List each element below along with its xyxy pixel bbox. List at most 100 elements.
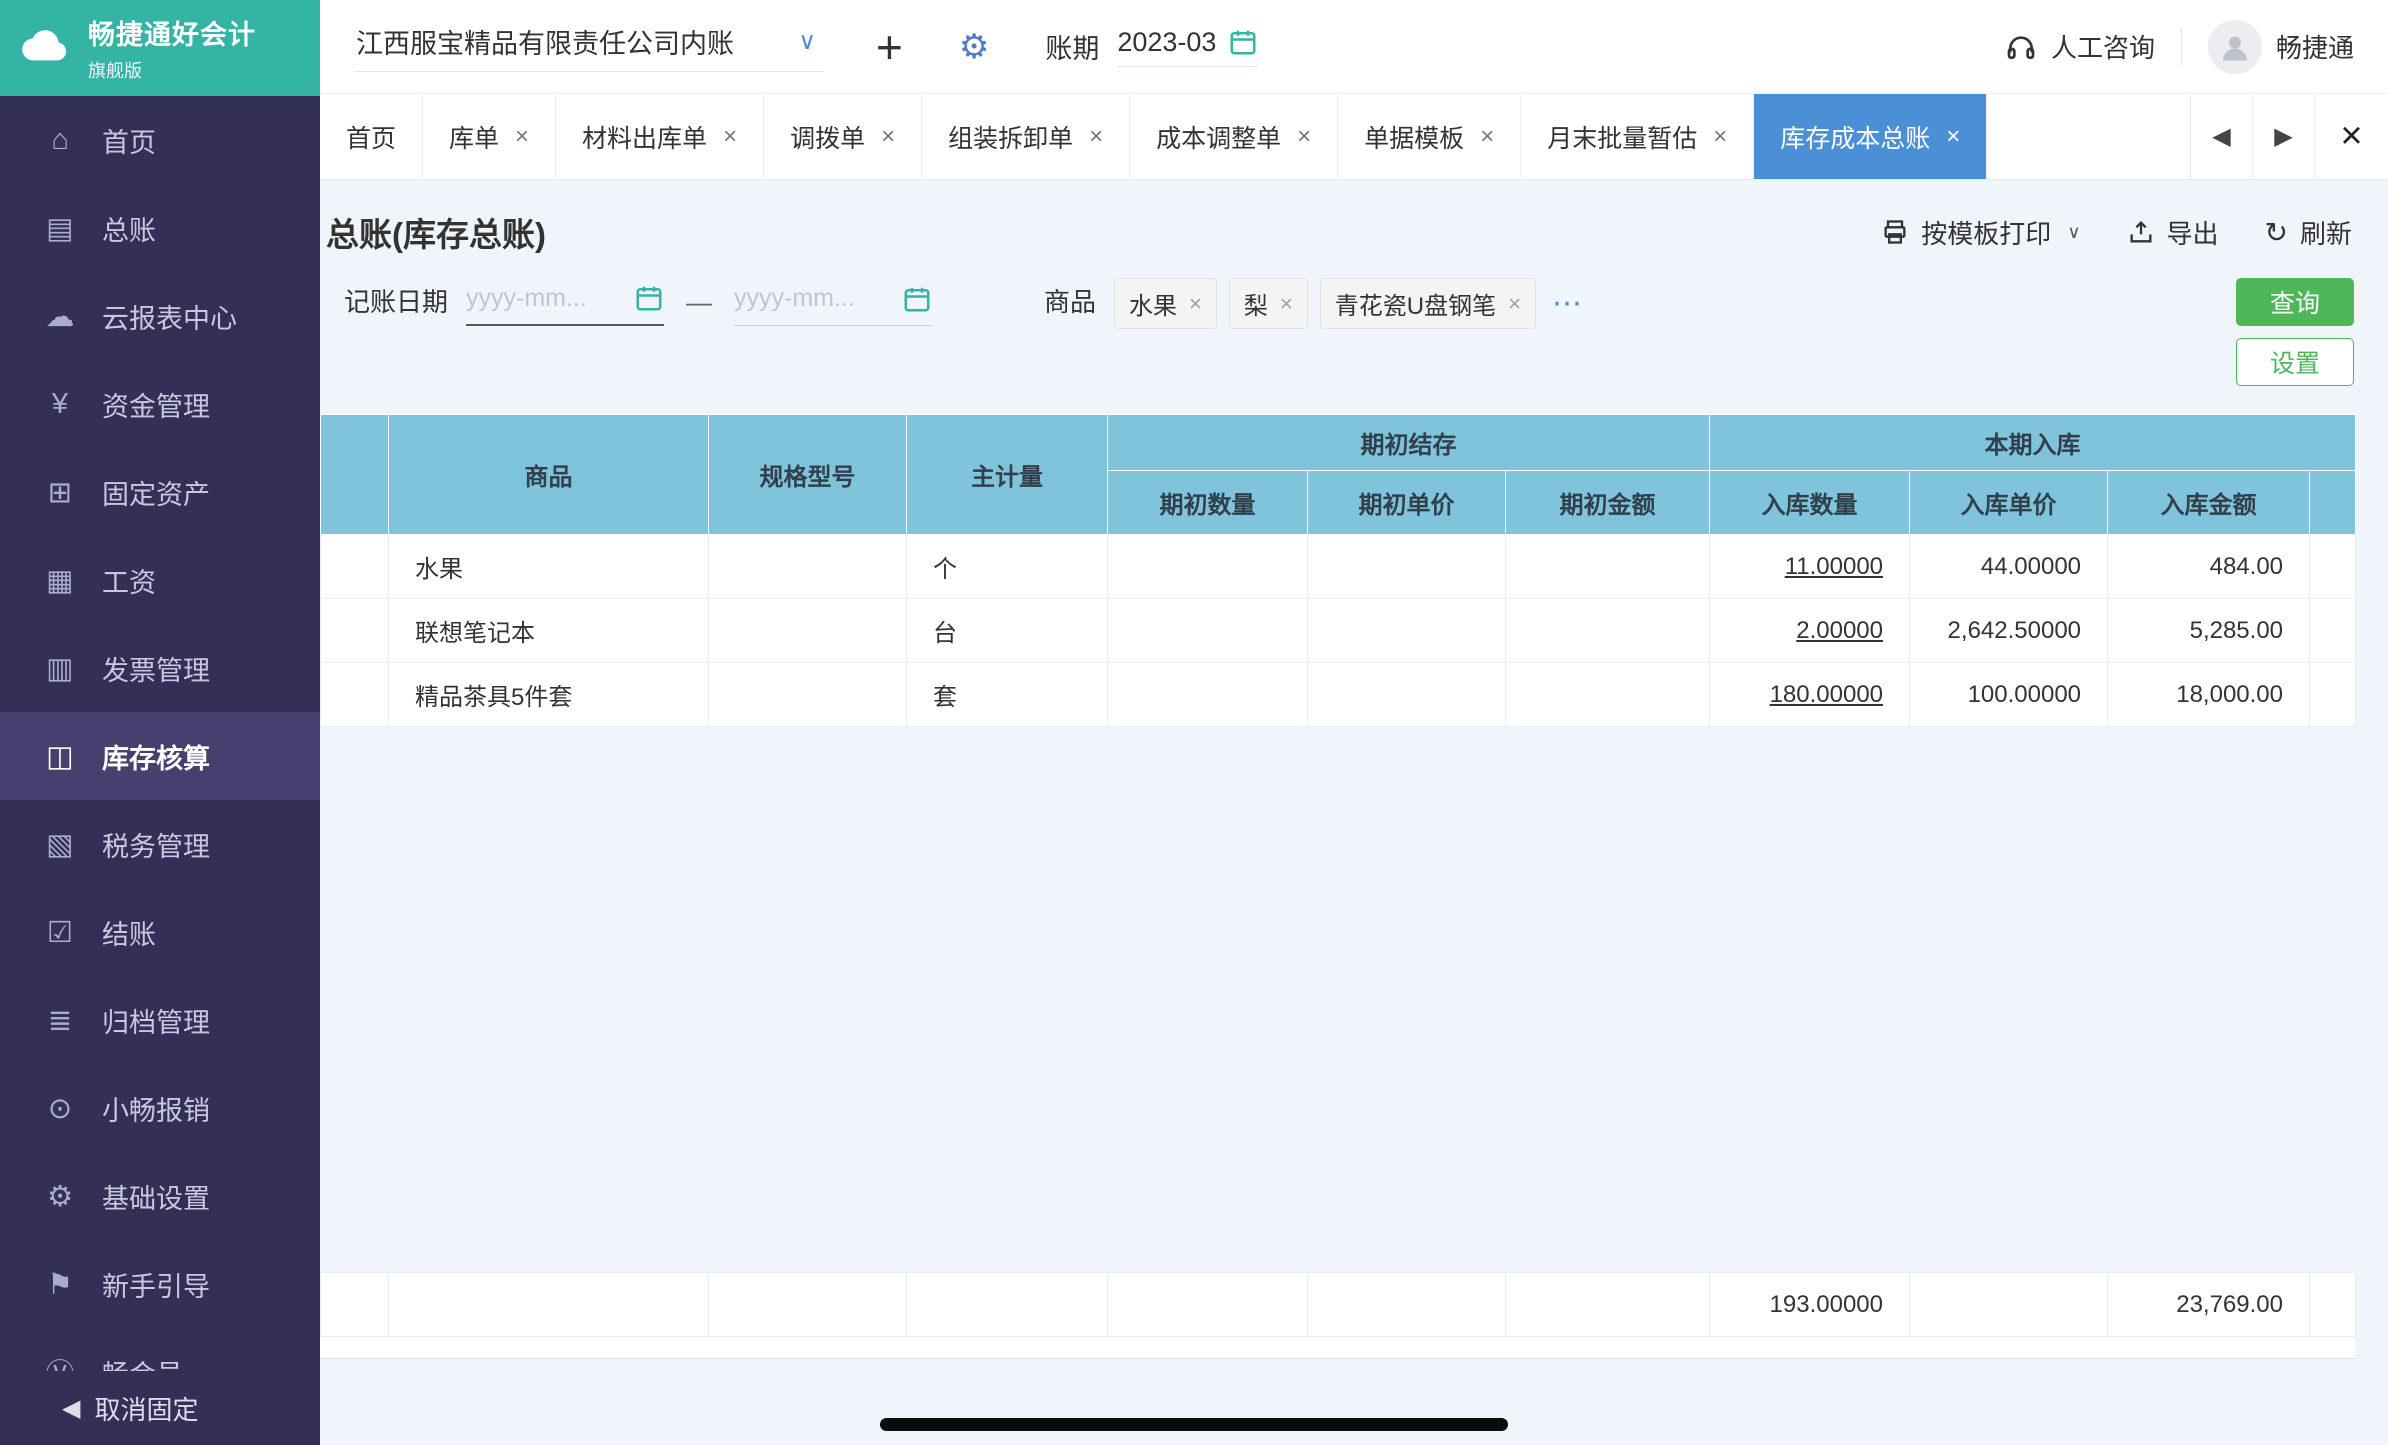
sidebar-item-tax[interactable]: ▧ 税务管理	[0, 800, 320, 888]
settings-icon: ⚙	[47, 1180, 73, 1213]
cell-cut	[320, 534, 389, 599]
close-all-tabs-button[interactable]: ×	[2314, 94, 2388, 179]
tab-transfer-order[interactable]: 调拨单 ×	[764, 94, 923, 179]
sidebar-item-home[interactable]: ⌂ 首页	[0, 96, 320, 184]
print-by-template-button[interactable]: 按模板打印 ∨	[1881, 214, 2081, 251]
cell-spec	[708, 598, 907, 663]
caret-down-icon: ∨	[2067, 221, 2081, 242]
print-label: 按模板打印	[1921, 218, 2052, 249]
sidebar-item-payroll[interactable]: ▦ 工资	[0, 536, 320, 624]
gear-icon[interactable]: ⚙	[959, 27, 989, 67]
cell-open-price	[1307, 534, 1506, 599]
tab-home[interactable]: 首页	[320, 94, 424, 179]
support-button[interactable]: 人工咨询	[2005, 28, 2155, 65]
tabs-scroll-right-button[interactable]: ▶	[2252, 94, 2314, 179]
sidebar-item-general-ledger[interactable]: ▤ 总账	[0, 184, 320, 272]
calendar-icon[interactable]	[634, 283, 664, 313]
tab-close-icon[interactable]: ×	[515, 123, 529, 151]
tag-remove-icon[interactable]: ×	[1508, 291, 1521, 317]
tabs-scroll-left-button[interactable]: ◀	[2190, 94, 2252, 179]
sidebar-item-reimburse[interactable]: ⊙ 小畅报销	[0, 1064, 320, 1152]
sidebar-item-funds[interactable]: ¥ 资金管理	[0, 360, 320, 448]
export-button[interactable]: 导出	[2127, 214, 2219, 251]
cell-product: 水果	[388, 534, 709, 599]
cell-open-qty	[1107, 662, 1308, 727]
cell-open-qty	[1107, 598, 1308, 663]
tab-assembly-order[interactable]: 组装拆卸单 ×	[922, 94, 1131, 179]
period-selector: 账期 2023-03	[1045, 27, 1259, 67]
cloud-report-icon: ☁	[45, 300, 75, 333]
tab-close-icon[interactable]: ×	[881, 123, 895, 151]
horizontal-scrollbar[interactable]	[880, 1418, 1508, 1431]
add-button[interactable]: +	[876, 24, 903, 70]
query-button[interactable]: 查询	[2236, 278, 2354, 326]
calendar-icon[interactable]	[902, 284, 932, 314]
sidebar: 畅捷通好会计 旗舰版 ⌂ 首页 ▤ 总账 ☁ 云报表中心 ¥ 资金管理 ⊞ 固定资产 ▦ 工…	[0, 0, 320, 1445]
unpin-button[interactable]: ◀ 取消固定	[0, 1371, 320, 1445]
product-tag[interactable]: 水果 ×	[1114, 278, 1217, 329]
sidebar-item-closing[interactable]: ☑ 结账	[0, 888, 320, 976]
filter-bar: 记账日期 — 商品 水果× 梨× 青花瓷U盘钢笔× ⋯	[320, 268, 2388, 386]
sum-spec	[708, 1272, 907, 1337]
tab-cost-adjustment[interactable]: 成本调整单 ×	[1130, 94, 1339, 179]
sidebar-item-label: 小畅报销	[102, 1095, 210, 1126]
sidebar-item-guide[interactable]: ⚑ 新手引导	[0, 1240, 320, 1328]
tab-close-icon[interactable]: ×	[1480, 123, 1494, 151]
cell-in-price: 44.00000	[1909, 534, 2109, 599]
main-area: 江西服宝精品有限责任公司内账 ∨ + ⚙ 账期 2023-03 人工咨询 畅捷通…	[320, 0, 2388, 1445]
col-header-open-qty: 期初数量	[1107, 470, 1308, 535]
tab-month-end-estimate[interactable]: 月末批量暂估 ×	[1521, 94, 1755, 179]
more-tags-icon[interactable]: ⋯	[1552, 286, 1582, 321]
sidebar-item-inventory[interactable]: ◫ 库存核算	[0, 712, 320, 800]
date-range-separator: —	[686, 287, 713, 317]
company-selector[interactable]: 江西服宝精品有限责任公司内账 ∨	[354, 22, 824, 72]
home-icon: ⌂	[51, 123, 69, 156]
tab-inbound-order[interactable]: 库单 ×	[423, 94, 557, 179]
cell-in-amount: 484.00	[2107, 534, 2311, 599]
cell-in-qty-link[interactable]: 11.00000	[1709, 534, 1911, 599]
sidebar-item-invoice[interactable]: ▥ 发票管理	[0, 624, 320, 712]
summary-row: 193.00000 23,769.00	[320, 1272, 2356, 1337]
tag-remove-icon[interactable]: ×	[1280, 291, 1293, 317]
cell-unit: 套	[906, 662, 1108, 727]
tag-remove-icon[interactable]: ×	[1189, 291, 1202, 317]
tab-close-icon[interactable]: ×	[1946, 123, 1960, 151]
tab-label: 库存成本总账	[1780, 124, 1931, 153]
table-row[interactable]: 水果 个 11.00000 44.00000 484.00	[320, 534, 2357, 599]
sidebar-item-settings[interactable]: ⚙ 基础设置	[0, 1152, 320, 1240]
table-row[interactable]: 联想笔记本 台 2.00000 2,642.50000 5,285.00	[320, 598, 2357, 663]
tab-close-icon[interactable]: ×	[1297, 123, 1311, 151]
table-row[interactable]: 精品茶具5件套 套 180.00000 100.00000 18,000.00	[320, 662, 2357, 727]
logo-subtitle: 旗舰版	[88, 61, 142, 81]
tab-controls: ◀ ▶ ×	[2190, 94, 2388, 179]
reimburse-icon: ⊙	[47, 1092, 73, 1125]
cell-open-qty	[1107, 534, 1308, 599]
cell-open-amount	[1504, 598, 1711, 663]
cell-product: 联想笔记本	[388, 598, 709, 663]
sidebar-item-fixed-assets[interactable]: ⊞ 固定资产	[0, 448, 320, 536]
sidebar-item-cloud-reports[interactable]: ☁ 云报表中心	[0, 272, 320, 360]
avatar[interactable]	[2207, 19, 2262, 74]
tab-close-icon[interactable]: ×	[723, 123, 737, 151]
tab-inventory-cost-ledger[interactable]: 库存成本总账 ×	[1754, 94, 1988, 179]
product-tag[interactable]: 梨 ×	[1228, 278, 1308, 329]
period-picker[interactable]: 2023-03	[1117, 27, 1259, 67]
tag-label: 水果	[1129, 293, 1178, 320]
date-to-input[interactable]	[734, 284, 893, 313]
cell-product: 精品茶具5件套	[388, 662, 709, 727]
cell-in-qty-link[interactable]: 2.00000	[1709, 598, 1911, 663]
sidebar-item-archive[interactable]: ≣ 归档管理	[0, 976, 320, 1064]
cell-open-amount	[1504, 534, 1711, 599]
date-from-input[interactable]	[466, 283, 625, 313]
group-header-inbound: 本期入库	[1709, 414, 2357, 471]
cell-in-qty-link[interactable]: 180.00000	[1709, 662, 1911, 727]
product-tag[interactable]: 青花瓷U盘钢笔 ×	[1319, 278, 1536, 329]
refresh-button[interactable]: ↻ 刷新	[2265, 214, 2352, 251]
settings-button[interactable]: 设置	[2236, 338, 2354, 386]
tab-label: 单据模板	[1364, 124, 1465, 153]
tab-close-icon[interactable]: ×	[1713, 123, 1727, 151]
tab-doc-template[interactable]: 单据模板 ×	[1338, 94, 1522, 179]
printer-icon	[1884, 220, 1906, 244]
tab-material-outbound[interactable]: 材料出库单 ×	[556, 94, 765, 179]
tab-close-icon[interactable]: ×	[1089, 123, 1103, 151]
